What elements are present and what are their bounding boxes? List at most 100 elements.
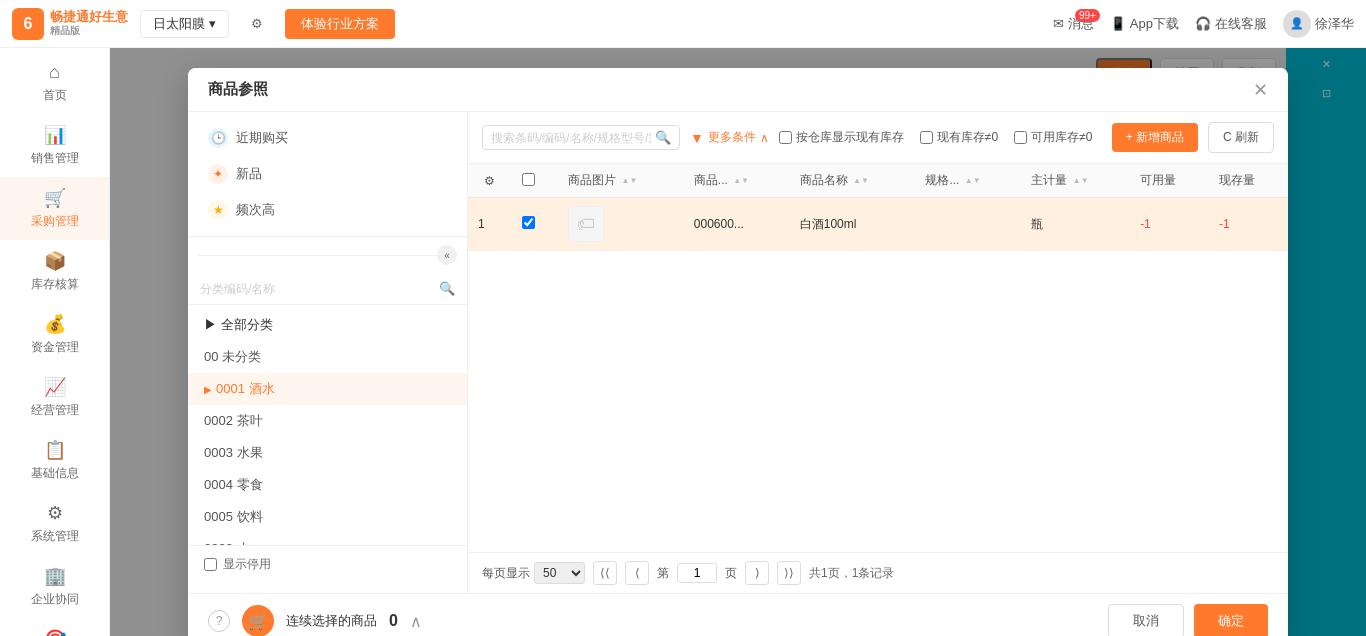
frequent-icon: ★ xyxy=(208,200,228,220)
chevron-down-icon: ▾ xyxy=(209,16,216,31)
messages-nav-item[interactable]: ✉ 消息 99+ xyxy=(1053,15,1094,33)
edition-label: 精品版 xyxy=(50,24,128,38)
category-item-0004[interactable]: 0004 零食 xyxy=(188,469,467,501)
logo-area[interactable]: 6 畅捷通好生意 精品版 xyxy=(12,8,128,40)
logo-icon: 6 xyxy=(12,8,44,40)
available-stock-checkbox[interactable] xyxy=(1014,131,1027,144)
show-disabled-label[interactable]: 显示停用 xyxy=(223,556,271,573)
page-last-button[interactable]: ⟩⟩ xyxy=(777,561,801,585)
category-item-0008[interactable]: 0008 水 xyxy=(188,533,467,545)
cancel-button[interactable]: 取消 xyxy=(1108,604,1184,636)
category-item-0003[interactable]: 0003 水果 xyxy=(188,437,467,469)
select-all-checkbox[interactable] xyxy=(522,173,535,186)
filter-button[interactable]: ▼ 更多条件 ∧ xyxy=(690,129,769,146)
modal-footer: ? 🛒 连续选择的商品 0 ∧ 取消 确定 xyxy=(188,593,1288,636)
sort-arrows-spec[interactable]: ▲▼ xyxy=(965,177,981,185)
message-icon: ✉ xyxy=(1053,16,1064,31)
sidebar-item-guide[interactable]: 🎯 新手引导 xyxy=(0,618,109,636)
top-nav: 6 畅捷通好生意 精品版 日太阳膜 ▾ ⚙ 体验行业方案 ✉ 消息 99+ 📱 … xyxy=(0,0,1366,48)
help-icon[interactable]: ? xyxy=(208,610,230,632)
guide-icon: 🎯 xyxy=(44,628,66,636)
sidebar: ⌂ 首页 📊 销售管理 🛒 采购管理 📦 库存核算 💰 资金管理 📈 经营管理 … xyxy=(0,48,110,636)
footer-collapse-icon[interactable]: ∧ xyxy=(410,612,422,631)
user-item[interactable]: 👤 徐泽华 xyxy=(1283,10,1354,38)
category-search-input[interactable] xyxy=(200,282,433,296)
sidebar-item-inventory[interactable]: 📦 库存核算 xyxy=(0,240,109,303)
current-stock-label: 现有库存≠0 xyxy=(937,129,998,146)
th-unit: 主计量 ▲▼ xyxy=(1021,164,1130,198)
category-search-icon[interactable]: 🔍 xyxy=(439,281,455,296)
page-first-button[interactable]: ⟨⟨ xyxy=(593,561,617,585)
online-service-item[interactable]: 🎧 在线客服 xyxy=(1195,15,1267,33)
company-selector[interactable]: 日太阳膜 ▾ xyxy=(140,10,229,38)
sidebar-item-operation[interactable]: 📈 经营管理 xyxy=(0,366,109,429)
recent-icon: 🕒 xyxy=(208,128,228,148)
app-download-label: App下载 xyxy=(1130,15,1179,33)
category-item-0005[interactable]: 0005 饮料 xyxy=(188,501,467,533)
main-layout: ⌂ 首页 📊 销售管理 🛒 采购管理 📦 库存核算 💰 资金管理 📈 经营管理 … xyxy=(0,48,1366,636)
page-next-button[interactable]: ⟩ xyxy=(745,561,769,585)
checkbox-available-stock[interactable]: 可用库存≠0 xyxy=(1014,129,1092,146)
select-count: 0 xyxy=(389,612,398,630)
row-checkbox[interactable] xyxy=(522,216,535,229)
th-spec: 规格... ▲▼ xyxy=(915,164,1021,198)
page-suffix: 页 xyxy=(725,565,737,582)
per-page-select[interactable]: 50 100 200 xyxy=(534,562,585,584)
sidebar-item-purchase[interactable]: 🛒 采购管理 xyxy=(0,177,109,240)
checkbox-current-stock[interactable]: 现有库存≠0 xyxy=(920,129,998,146)
confirm-button[interactable]: 确定 xyxy=(1194,604,1268,636)
sidebar-item-home[interactable]: ⌂ 首页 xyxy=(0,52,109,114)
cell-stock: -1 xyxy=(1209,198,1288,251)
sort-arrows-name[interactable]: ▲▼ xyxy=(853,177,869,185)
per-page-wrap: 每页显示 50 100 200 xyxy=(482,562,585,584)
sort-arrows-image[interactable]: ▲▼ xyxy=(622,177,638,185)
cart-icon[interactable]: 🛒 xyxy=(242,605,274,636)
th-settings[interactable]: ⚙ xyxy=(468,164,512,198)
checkbox-warehouse[interactable]: 按仓库显示现有库存 xyxy=(779,129,904,146)
search-icon[interactable]: 🔍 xyxy=(655,130,671,145)
settings-icon[interactable]: ⚙ xyxy=(241,8,273,40)
cell-spec xyxy=(915,198,1021,251)
sidebar-item-basics[interactable]: 📋 基础信息 xyxy=(0,429,109,492)
operation-icon: 📈 xyxy=(44,376,66,398)
category-item-00[interactable]: 00 未分类 xyxy=(188,341,467,373)
quick-link-frequent[interactable]: ★ 频次高 xyxy=(198,194,457,226)
quick-link-recent[interactable]: 🕒 近期购买 xyxy=(198,122,457,154)
warehouse-checkbox[interactable] xyxy=(779,131,792,144)
product-thumbnail: 🏷 xyxy=(568,206,604,242)
messages-badge: 99+ xyxy=(1075,9,1100,22)
inventory-icon: 📦 xyxy=(44,250,66,272)
filter-icon: ▼ xyxy=(690,130,704,146)
new-icon: ✦ xyxy=(208,164,228,184)
th-available: 可用量 xyxy=(1130,164,1209,198)
category-00-label: 00 未分类 xyxy=(204,348,261,366)
app-download-item[interactable]: 📱 App下载 xyxy=(1110,15,1179,33)
brand-name: 畅捷通好生意 xyxy=(50,9,128,25)
quick-link-new[interactable]: ✦ 新品 xyxy=(198,158,457,190)
sort-arrows-unit[interactable]: ▲▼ xyxy=(1073,177,1089,185)
refresh-button[interactable]: C 刷新 xyxy=(1208,122,1274,153)
page-number-input[interactable] xyxy=(677,563,717,583)
trial-button[interactable]: 体验行业方案 xyxy=(285,9,395,39)
add-product-button[interactable]: + 新增商品 xyxy=(1112,123,1198,152)
modal-close-button[interactable]: ✕ xyxy=(1253,81,1268,99)
table-row[interactable]: 1 🏷 000600... 白酒100ml xyxy=(468,198,1288,251)
product-search-input[interactable] xyxy=(491,131,651,145)
sidebar-item-sales[interactable]: 📊 销售管理 xyxy=(0,114,109,177)
collapse-button[interactable]: « xyxy=(437,245,457,265)
show-disabled-checkbox[interactable] xyxy=(204,558,217,571)
th-name-label: 商品名称 xyxy=(800,173,848,187)
sidebar-item-enterprise[interactable]: 🏢 企业协同 xyxy=(0,555,109,618)
sidebar-item-system[interactable]: ⚙ 系统管理 xyxy=(0,492,109,555)
sort-arrows-code[interactable]: ▲▼ xyxy=(733,177,749,185)
current-stock-checkbox[interactable] xyxy=(920,131,933,144)
category-item-0002[interactable]: 0002 茶叶 xyxy=(188,405,467,437)
category-0005-label: 0005 饮料 xyxy=(204,508,263,526)
page-label: 第 xyxy=(657,565,669,582)
page-prev-button[interactable]: ⟨ xyxy=(625,561,649,585)
category-item-0001[interactable]: ▶ 0001 酒水 xyxy=(188,373,467,405)
th-stock: 现存量 xyxy=(1209,164,1288,198)
category-0001-label: 0001 酒水 xyxy=(216,380,275,398)
category-all[interactable]: ▶ 全部分类 xyxy=(188,309,467,341)
sidebar-item-finance[interactable]: 💰 资金管理 xyxy=(0,303,109,366)
